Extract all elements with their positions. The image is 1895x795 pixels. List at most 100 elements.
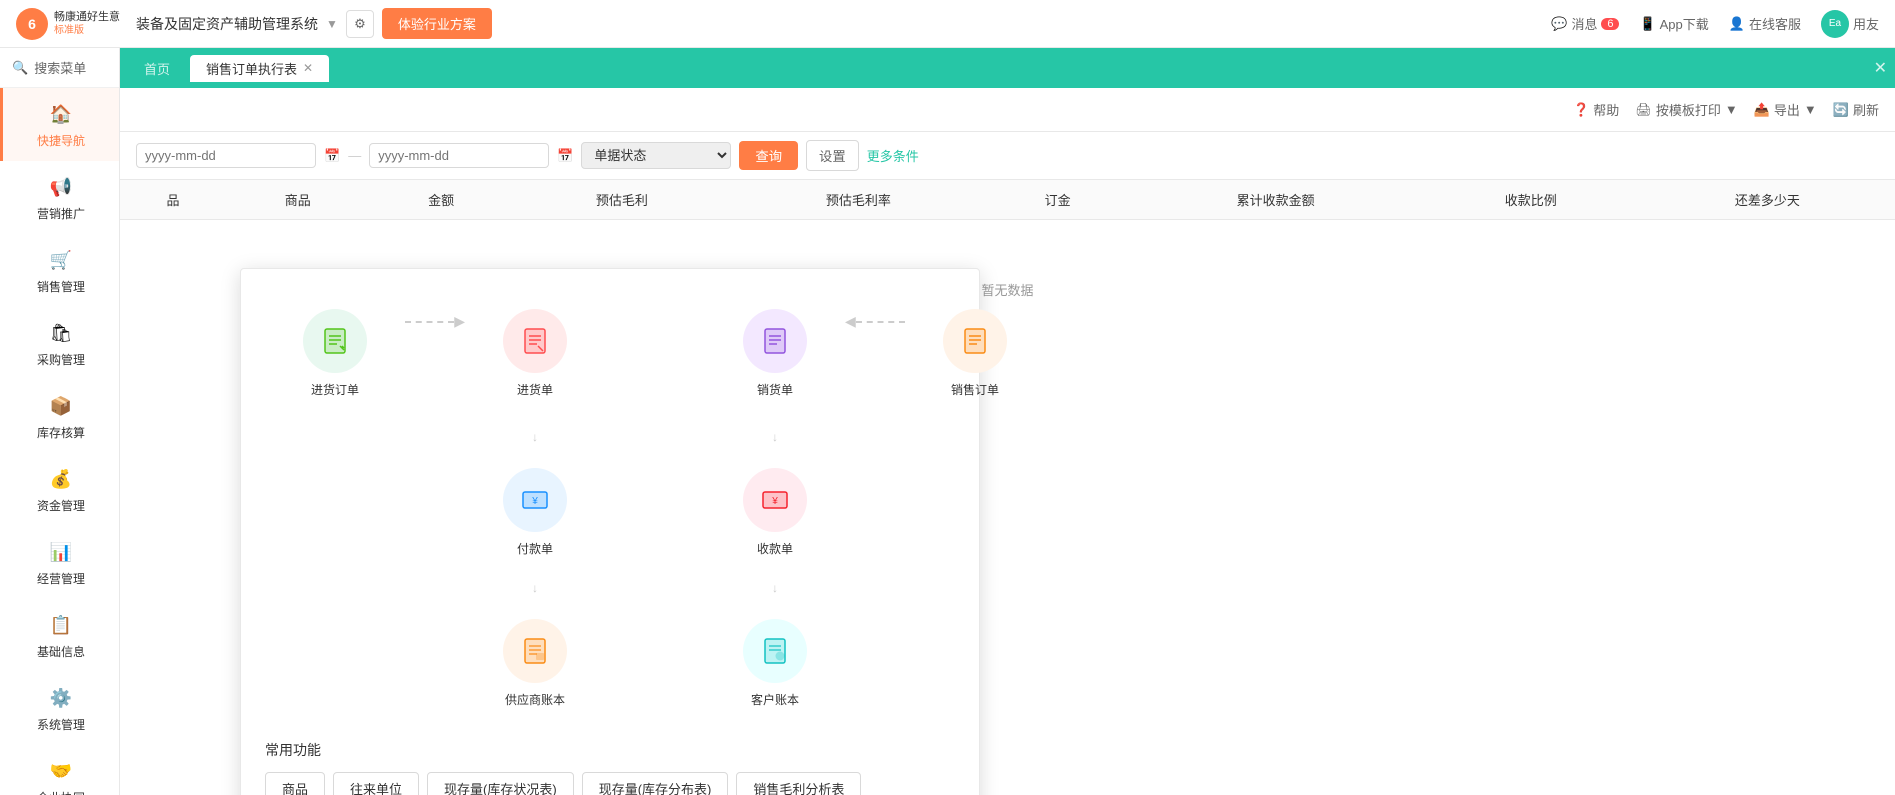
supplier-account-circle[interactable] [503, 619, 567, 683]
flow-row-2: ¥ 付款单 ¥ [265, 452, 955, 573]
payment-bill-item[interactable]: ¥ 付款单 [465, 452, 605, 573]
user-menu[interactable]: Ea 用友 [1821, 10, 1879, 38]
supplier-account-item[interactable]: 供应商账本 [465, 603, 605, 724]
marketing-icon: 📢 [47, 173, 75, 201]
logo-text: 畅康通好生意 标准版 [54, 10, 120, 37]
sidebar-item-sales[interactable]: 🛒 销售管理 [0, 234, 119, 307]
sidebar: 🔍 搜索菜单 🏠 快捷导航 📢 营销推广 🛒 销售管理 🛍 采购管理 📦 库存核… [0, 48, 120, 795]
download-icon: 📱 [1639, 16, 1655, 32]
customer-account-item[interactable]: 客户账本 [705, 603, 845, 724]
print-button[interactable]: 🖨 按模板打印 ▼ [1635, 100, 1737, 119]
receipt-bill-circle[interactable]: ¥ [743, 468, 807, 532]
basic-icon: 📋 [47, 611, 75, 639]
sales-order-circle[interactable] [943, 309, 1007, 373]
flow-modal: 进货订单 ▶ [240, 268, 980, 795]
svg-text:¥: ¥ [771, 496, 778, 507]
col-pin: 品 [120, 180, 226, 220]
sales-icon: 🛒 [47, 246, 75, 274]
search-button[interactable]: 查询 [739, 141, 798, 170]
main-layout: 🔍 搜索菜单 🏠 快捷导航 📢 营销推广 🛒 销售管理 🛍 采购管理 📦 库存核… [0, 48, 1895, 795]
col-days-diff: 还差多少天 [1640, 180, 1895, 220]
dropdown-icon[interactable]: ▼ [326, 17, 338, 31]
inventory-icon: 📦 [47, 392, 75, 420]
sidebar-item-quick-nav[interactable]: 🏠 快捷导航 [0, 88, 119, 161]
purchase-order-circle[interactable] [303, 309, 367, 373]
cooperation-icon: 🤝 [47, 757, 75, 785]
tab-close-icon[interactable]: ✕ [303, 61, 313, 75]
sidebar-item-cooperation[interactable]: 🤝 企业协同 [0, 745, 119, 795]
refresh-icon: 🔄 [1833, 102, 1849, 118]
common-functions-title: 常用功能 [265, 740, 955, 760]
date-from-input[interactable] [136, 143, 316, 168]
trial-button[interactable]: 体验行业方案 [382, 8, 492, 39]
logo-icon: 6 [16, 8, 48, 40]
search-icon: 🔍 [12, 60, 28, 76]
content-area: 首页 销售订单执行表 ✕ ✕ ❓ 帮助 🖨 按模板打印 ▼ 📤 导出 ▼ [120, 48, 1895, 795]
help-button[interactable]: ❓ 帮助 [1573, 100, 1619, 119]
refresh-button[interactable]: 🔄 刷新 [1833, 100, 1879, 119]
arrow-1: ▶ [405, 293, 465, 330]
print-dropdown-icon: ▼ [1725, 102, 1738, 117]
service-icon: 👤 [1729, 16, 1745, 32]
sidebar-item-system[interactable]: ⚙️ 系统管理 [0, 672, 119, 745]
receipt-bill-item[interactable]: ¥ 收款单 [705, 452, 845, 573]
tab-sales-order-exec[interactable]: 销售订单执行表 ✕ [190, 55, 329, 82]
system-title: 装备及固定资产辅助管理系统 [136, 14, 318, 34]
down-arrow-purchase: ↓ [465, 430, 605, 444]
common-functions: 常用功能 商品 往来单位 现存量(库存状况表) 现存量(库存分布表) 销售毛利分… [265, 740, 955, 795]
purchase-bill-circle[interactable] [503, 309, 567, 373]
app-download-button[interactable]: 📱 App下载 [1639, 14, 1708, 33]
search-menu-item[interactable]: 🔍 搜索菜单 [0, 48, 119, 88]
sales-bill-circle[interactable] [743, 309, 807, 373]
sidebar-item-basic[interactable]: 📋 基础信息 [0, 599, 119, 672]
export-icon: 📤 [1754, 102, 1770, 118]
date-to-input[interactable] [369, 143, 549, 168]
sidebar-item-marketing[interactable]: 📢 营销推广 [0, 161, 119, 234]
sidebar-item-operations[interactable]: 📊 经营管理 [0, 526, 119, 599]
col-cumulative-payment: 累计收款金额 [1129, 180, 1421, 220]
message-button[interactable]: 💬 消息 6 [1551, 14, 1619, 33]
setting-button[interactable]: 设置 [806, 140, 859, 171]
more-conditions[interactable]: 更多条件 [867, 146, 919, 165]
purchase-icon: 🛍 [47, 319, 75, 347]
func-sales-gross[interactable]: 销售毛利分析表 [736, 772, 861, 795]
system-title-area: 装备及固定资产辅助管理系统 ▼ ⚙ 体验行业方案 [136, 8, 1551, 39]
table-area: 品 商品 金额 预估毛利 预估毛利率 订金 累计收款金额 收款比例 还差多少天 … [120, 180, 1895, 795]
col-gross: 预估毛利 [513, 180, 731, 220]
sidebar-item-inventory[interactable]: 📦 库存核算 [0, 380, 119, 453]
flow-row-1: 进货订单 ▶ [265, 293, 955, 414]
settings-icon[interactable]: ⚙ [346, 10, 374, 38]
logo-area: 6 畅康通好生意 标准版 [16, 8, 136, 40]
sidebar-item-finance[interactable]: 💰 资金管理 [0, 453, 119, 526]
payment-bill-circle[interactable]: ¥ [503, 468, 567, 532]
flow-row-arrows-2: ↓ ↓ [265, 581, 955, 595]
message-icon: 💬 [1551, 16, 1567, 32]
status-select[interactable]: 单据状态 [581, 142, 731, 169]
header-right: 💬 消息 6 📱 App下载 👤 在线客服 Ea 用友 [1551, 10, 1879, 38]
tab-home[interactable]: 首页 [128, 55, 186, 82]
sales-bill-item[interactable]: 销货单 [705, 293, 845, 414]
online-service-button[interactable]: 👤 在线客服 [1729, 14, 1801, 33]
toolbar: ❓ 帮助 🖨 按模板打印 ▼ 📤 导出 ▼ 🔄 刷新 [120, 88, 1895, 132]
func-stock-status[interactable]: 现存量(库存状况表) [427, 772, 574, 795]
func-goods[interactable]: 商品 [265, 772, 325, 795]
purchase-order-item[interactable]: 进货订单 [265, 293, 405, 414]
flow-row-arrows: ↓ ↓ [265, 430, 955, 444]
svg-text:¥: ¥ [531, 496, 538, 507]
customer-account-circle[interactable] [743, 619, 807, 683]
avatar: Ea [1821, 10, 1849, 38]
func-stock-dist[interactable]: 现存量(库存分布表) [582, 772, 729, 795]
func-contacts[interactable]: 往来单位 [333, 772, 419, 795]
close-all-button[interactable]: ✕ [1874, 58, 1887, 78]
top-header: 6 畅康通好生意 标准版 装备及固定资产辅助管理系统 ▼ ⚙ 体验行业方案 💬 … [0, 0, 1895, 48]
tab-bar: 首页 销售订单执行表 ✕ ✕ [120, 48, 1895, 88]
export-button[interactable]: 📤 导出 ▼ [1754, 100, 1817, 119]
message-badge: 6 [1601, 18, 1619, 30]
finance-icon: 💰 [47, 465, 75, 493]
operations-icon: 📊 [47, 538, 75, 566]
help-icon: ❓ [1573, 102, 1589, 118]
purchase-bill-item[interactable]: 进货单 [465, 293, 605, 414]
sidebar-item-purchase[interactable]: 🛍 采购管理 [0, 307, 119, 380]
sales-order-item[interactable]: 销售订单 [905, 293, 1045, 414]
col-deposit: 订金 [986, 180, 1129, 220]
